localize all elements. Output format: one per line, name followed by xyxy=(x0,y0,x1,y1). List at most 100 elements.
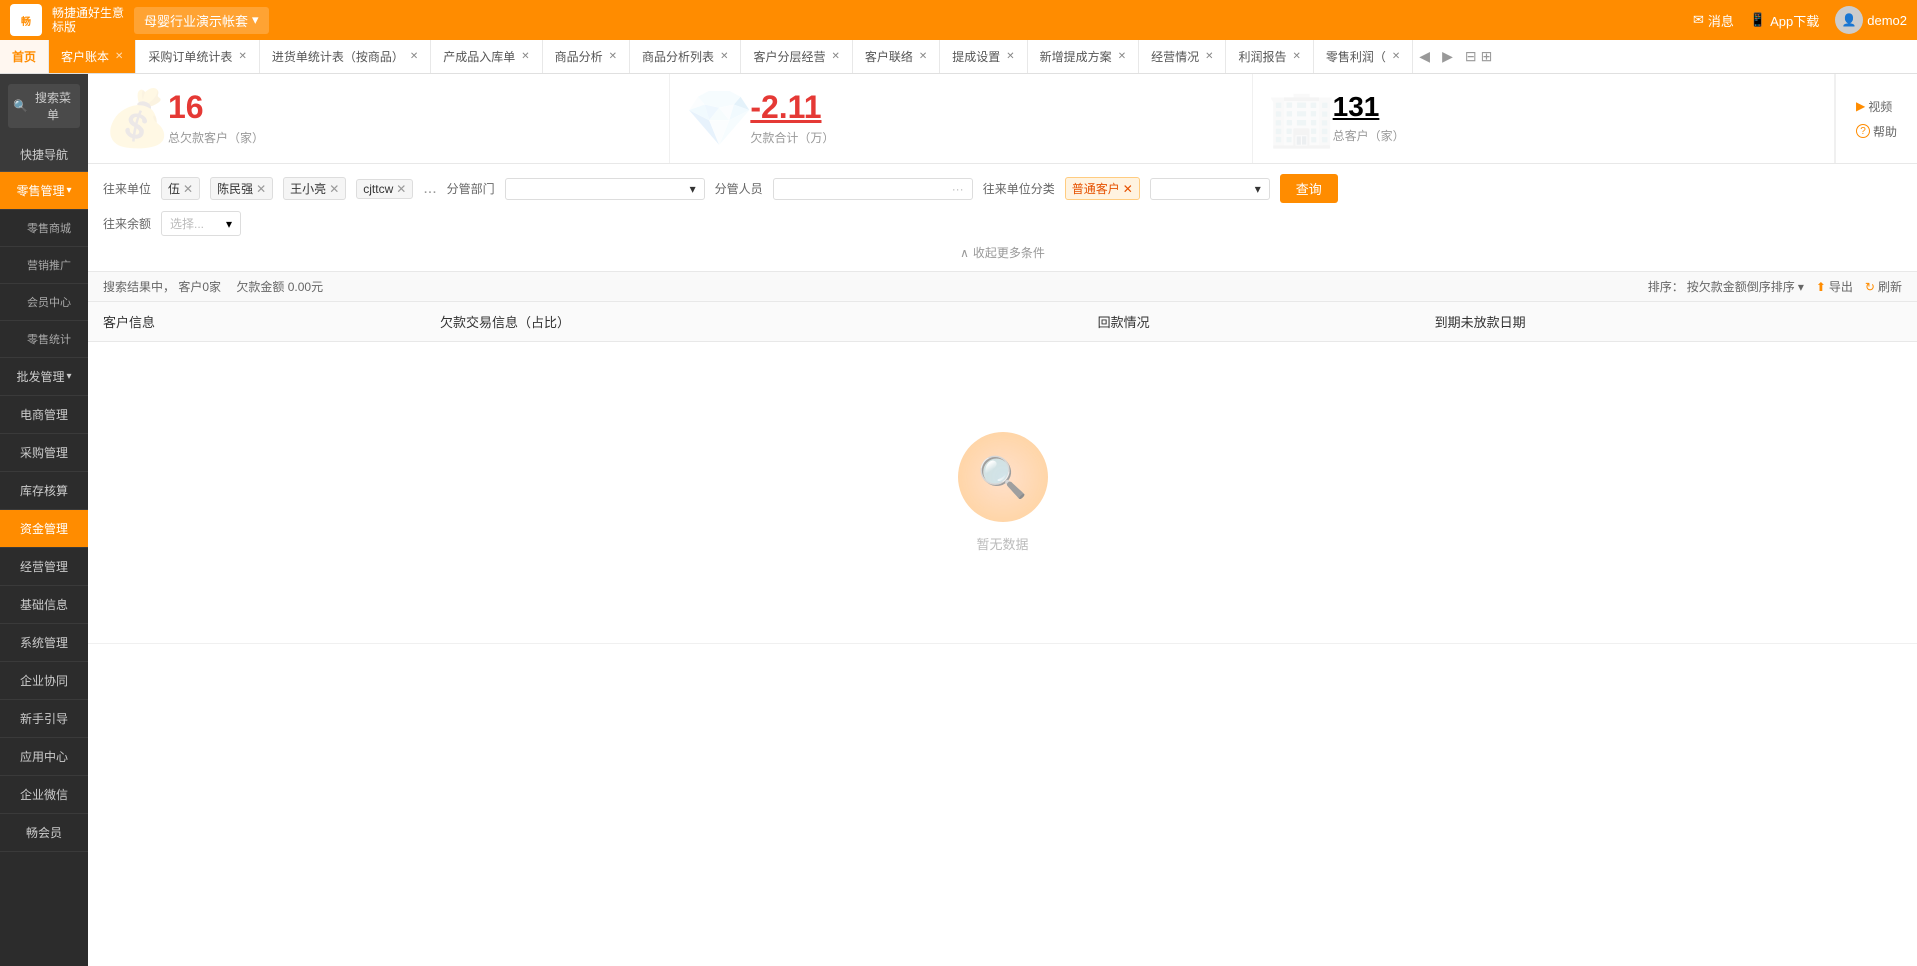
filter-dept-select[interactable]: ▾ xyxy=(505,178,705,200)
tab-close-profit-report[interactable]: ✕ xyxy=(1293,51,1301,62)
filter-balance-select[interactable]: 选择... ▾ xyxy=(161,211,241,236)
tab-customer-contact[interactable]: 客户联络 ✕ xyxy=(853,40,940,73)
tab-product-analysis-list[interactable]: 商品分析列表 ✕ xyxy=(630,40,741,73)
tab-close-promotion-setting[interactable]: ✕ xyxy=(1006,51,1014,62)
tab-product-analysis[interactable]: 商品分析 ✕ xyxy=(543,40,630,73)
sidebar-quick-nav[interactable]: 快捷导航 xyxy=(0,138,88,172)
tab-purchase-stat[interactable]: 进货单统计表（按商品） ✕ xyxy=(260,40,431,73)
tab-close-purchase-order[interactable]: ✕ xyxy=(238,51,246,62)
empty-state: 🔍 暂无数据 xyxy=(103,352,1902,633)
filter-classify-label: 往来单位分类 xyxy=(983,180,1055,197)
account-dropdown[interactable]: 母婴行业演示帐套 ▾ xyxy=(134,7,269,34)
tab-close-retail-profit[interactable]: ✕ xyxy=(1392,51,1400,62)
tab-close-customer-book[interactable]: ✕ xyxy=(115,51,123,62)
filter-classify-select[interactable]: ▾ xyxy=(1150,178,1270,200)
app-logo-icon: 畅 xyxy=(10,4,42,36)
video-link[interactable]: ▶ 视频 xyxy=(1856,98,1897,115)
filter-tag-unit2[interactable]: 陈民强 ✕ xyxy=(210,177,273,200)
collapse-filters-button[interactable]: ∧ 收起更多条件 xyxy=(103,244,1902,261)
sidebar-item-finance[interactable]: 资金管理 xyxy=(0,510,88,548)
stats-bar: 💰 16 总欠款客户（家） 💎 -2.11 欠款合计（万） 🏢 131 xyxy=(88,74,1917,164)
filter-tag-unit4-remove[interactable]: ✕ xyxy=(396,182,406,196)
sidebar-item-member2[interactable]: 畅会员 xyxy=(0,814,88,852)
sidebar-item-basic[interactable]: 基础信息 xyxy=(0,586,88,624)
sidebar-item-enterprise[interactable]: 企业协同 xyxy=(0,662,88,700)
sidebar-item-retail[interactable]: 零售管理 ▾ xyxy=(0,172,88,210)
tab-product-inbound[interactable]: 产成品入库单 ✕ xyxy=(431,40,542,73)
tab-close-customer-tier[interactable]: ✕ xyxy=(831,51,839,62)
sort-button[interactable]: 排序： 按欠款金额倒序排序 ▾ xyxy=(1648,278,1804,295)
help-link[interactable]: ? 帮助 xyxy=(1856,123,1897,140)
stat-label-owed-amount: 欠款合计（万） xyxy=(750,129,834,146)
sidebar-item-purchase[interactable]: 采购管理 xyxy=(0,434,88,472)
filter-unit-more-button[interactable]: ... xyxy=(423,180,436,198)
results-bar: 搜索结果中， 客户0家 欠款金额 0.00元 排序： 按欠款金额倒序排序 ▾ ⬆… xyxy=(88,272,1917,302)
export-button[interactable]: ⬆ 导出 xyxy=(1816,278,1853,295)
sidebar-item-ecommerce[interactable]: 电商管理 xyxy=(0,396,88,434)
tab-promotion-setting[interactable]: 提成设置 ✕ xyxy=(940,40,1027,73)
tab-business-status[interactable]: 经营情况 ✕ xyxy=(1139,40,1226,73)
sidebar-item-app-center[interactable]: 应用中心 xyxy=(0,738,88,776)
filter-classify-tag-remove[interactable]: ✕ xyxy=(1123,182,1133,196)
data-table: 客户信息 欠款交易信息（占比） 回款情况 到期未放款日期 🔍 暂无数据 xyxy=(88,302,1917,644)
filter-tag-unit3-remove[interactable]: ✕ xyxy=(329,182,339,196)
stat-total-owed-amount: 💎 -2.11 欠款合计（万） xyxy=(670,74,1252,163)
sidebar-item-operation[interactable]: 经营管理 xyxy=(0,548,88,586)
tab-scroll-left[interactable]: ◀ xyxy=(1413,40,1436,73)
tab-new-promotion[interactable]: 新增提成方案 ✕ xyxy=(1028,40,1139,73)
filter-classify-tag[interactable]: 普通客户 ✕ xyxy=(1065,177,1140,200)
filter-tag-unit1[interactable]: 伍 ✕ xyxy=(161,177,200,200)
tab-customer-tier[interactable]: 客户分层经营 ✕ xyxy=(741,40,852,73)
tab-window-controls[interactable]: ⊟ ⊞ xyxy=(1459,40,1498,73)
avatar-image: 👤 xyxy=(1835,6,1863,34)
sidebar-item-system[interactable]: 系统管理 xyxy=(0,624,88,662)
nav-tabs-bar: 首页 客户账本 ✕ 采购订单统计表 ✕ 进货单统计表（按商品） ✕ 产成品入库单… xyxy=(0,40,1917,74)
stat-label-total-customers: 总客户（家） xyxy=(1333,127,1405,144)
sidebar-item-inventory[interactable]: 库存核算 xyxy=(0,472,88,510)
col-due-date: 到期未放款日期 xyxy=(1420,302,1917,342)
tab-close-customer-contact[interactable]: ✕ xyxy=(919,51,927,62)
empty-state-text: 暂无数据 xyxy=(976,534,1028,553)
sidebar-item-marketing[interactable]: 营销推广 xyxy=(0,247,88,284)
sidebar-search-button[interactable]: 🔍 搜索菜单 xyxy=(8,84,80,128)
tab-scroll-right[interactable]: ▶ xyxy=(1436,40,1459,73)
tab-close-product-analysis-list[interactable]: ✕ xyxy=(720,51,728,62)
sidebar-item-member[interactable]: 会员中心 xyxy=(0,284,88,321)
tab-retail-profit[interactable]: 零售利润（ ✕ xyxy=(1314,40,1413,73)
sidebar-item-guide[interactable]: 新手引导 xyxy=(0,700,88,738)
main-content: 💰 16 总欠款客户（家） 💎 -2.11 欠款合计（万） 🏢 131 xyxy=(88,74,1917,966)
col-repayment: 回款情况 xyxy=(1083,302,1420,342)
message-button[interactable]: ✉ 消息 xyxy=(1693,11,1734,30)
tab-maximize-icon[interactable]: ⊞ xyxy=(1481,48,1493,65)
filter-person-select[interactable]: ··· xyxy=(773,178,973,200)
sidebar-item-wechat[interactable]: 企业微信 xyxy=(0,776,88,814)
sidebar-item-retail-stat[interactable]: 零售统计 xyxy=(0,321,88,358)
tab-close-business-status[interactable]: ✕ xyxy=(1205,51,1213,62)
stat-total-owed-customers: 💰 16 总欠款客户（家） xyxy=(88,74,670,163)
tab-home[interactable]: 首页 xyxy=(0,40,49,73)
col-owed-info: 欠款交易信息（占比） xyxy=(425,302,1083,342)
app-logo-text: 畅捷通好生意 标版 xyxy=(52,6,124,35)
tab-close-product-inbound[interactable]: ✕ xyxy=(521,51,529,62)
tab-minimize-icon[interactable]: ⊟ xyxy=(1465,48,1477,65)
filter-tag-unit3[interactable]: 王小亮 ✕ xyxy=(283,177,346,200)
tab-customer-book[interactable]: 客户账本 ✕ xyxy=(49,40,136,73)
query-button[interactable]: 查询 xyxy=(1280,174,1338,203)
app-download-button[interactable]: 📱 App下载 xyxy=(1750,11,1819,30)
refresh-button[interactable]: ↻ 刷新 xyxy=(1865,278,1902,295)
stat-value-owed-amount: -2.11 xyxy=(750,91,834,123)
filter-tag-unit2-remove[interactable]: ✕ xyxy=(256,182,266,196)
results-actions: 排序： 按欠款金额倒序排序 ▾ ⬆ 导出 ↻ 刷新 xyxy=(1648,278,1902,295)
filter-tag-unit4[interactable]: cjttcw ✕ xyxy=(356,179,413,199)
sidebar-item-retail-mall[interactable]: 零售商城 xyxy=(0,210,88,247)
filter-tag-unit1-remove[interactable]: ✕ xyxy=(183,182,193,196)
filter-balance-label: 往来余额 xyxy=(103,215,151,232)
tab-profit-report[interactable]: 利润报告 ✕ xyxy=(1226,40,1313,73)
user-avatar[interactable]: 👤 demo2 xyxy=(1835,6,1907,34)
tab-close-new-promotion[interactable]: ✕ xyxy=(1118,51,1126,62)
tab-close-product-analysis[interactable]: ✕ xyxy=(609,51,617,62)
sidebar-search-area: 🔍 搜索菜单 xyxy=(0,74,88,138)
sidebar-item-batch[interactable]: 批发管理 ▾ xyxy=(0,358,88,396)
tab-close-purchase-stat[interactable]: ✕ xyxy=(410,51,418,62)
tab-purchase-order[interactable]: 采购订单统计表 ✕ xyxy=(136,40,259,73)
